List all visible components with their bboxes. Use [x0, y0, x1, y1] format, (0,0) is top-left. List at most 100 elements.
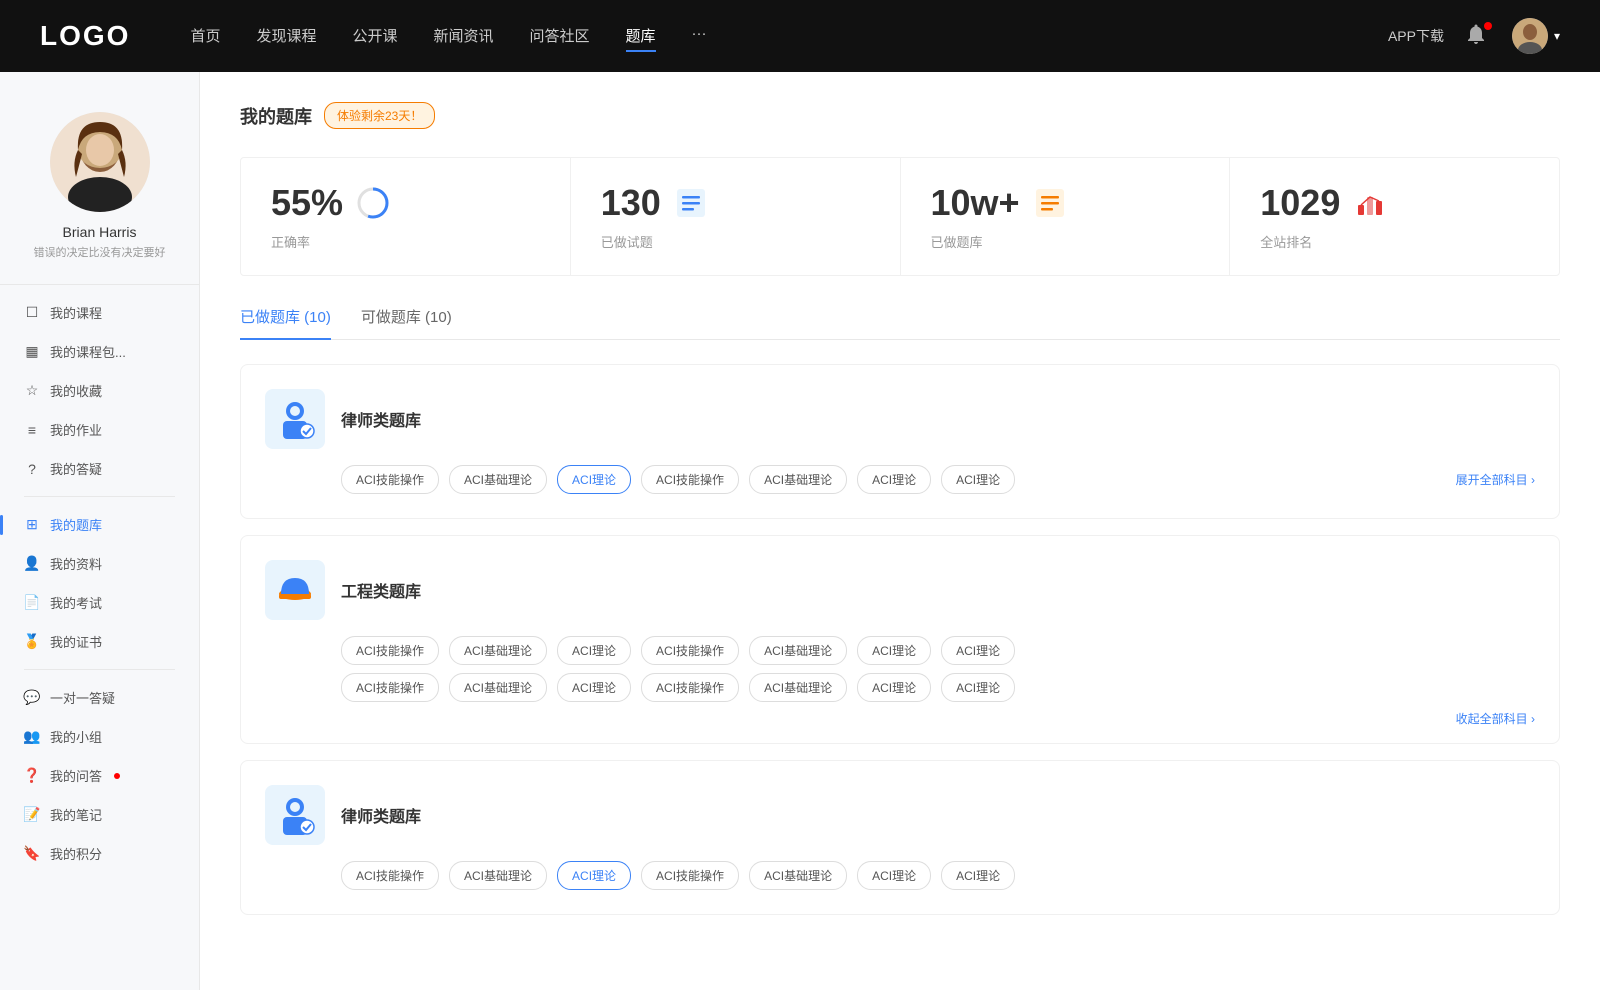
nav-more[interactable]: ···: [692, 21, 707, 52]
expand-link-1[interactable]: 展开全部科目 ›: [1456, 471, 1535, 488]
navbar-right: APP下载 ▾: [1388, 18, 1560, 54]
tag-1-5[interactable]: ACI理论: [857, 465, 931, 494]
app-download-link[interactable]: APP下载: [1388, 26, 1444, 46]
tag-2-1[interactable]: ACI基础理论: [449, 636, 547, 665]
tag-3-4[interactable]: ACI基础理论: [749, 861, 847, 890]
sidebar-item-homework[interactable]: ≡ 我的作业: [8, 410, 191, 449]
tag-1-1[interactable]: ACI基础理论: [449, 465, 547, 494]
tab-available-banks[interactable]: 可做题库 (10): [361, 306, 452, 339]
tag-3-2[interactable]: ACI理论: [557, 861, 631, 890]
group-icon: 👥: [24, 729, 40, 745]
sidebar-item-certificate[interactable]: 🏅 我的证书: [8, 622, 191, 661]
homework-icon: ≡: [24, 422, 40, 438]
sidebar-item-notes[interactable]: 📝 我的笔记: [8, 795, 191, 834]
tag-2-2[interactable]: ACI理论: [557, 636, 631, 665]
tag-2r-0[interactable]: ACI技能操作: [341, 673, 439, 702]
nav-qa[interactable]: 问答社区: [530, 21, 590, 52]
chart-bar-icon: ▦: [24, 344, 40, 360]
user-avatar-menu[interactable]: ▾: [1512, 18, 1560, 54]
doc-icon: 📄: [24, 595, 40, 611]
file-icon: ☐: [24, 305, 40, 321]
tag-1-4[interactable]: ACI基础理论: [749, 465, 847, 494]
stats-row: 55% 正确率 130: [240, 157, 1560, 276]
nav-open-course[interactable]: 公开课: [352, 21, 397, 52]
sidebar-item-group[interactable]: 👥 我的小组: [8, 717, 191, 756]
tag-2r-5[interactable]: ACI理论: [857, 673, 931, 702]
tag-2r-2[interactable]: ACI理论: [557, 673, 631, 702]
collapse-link-2[interactable]: 收起全部科目 ›: [341, 710, 1535, 727]
stat-accuracy: 55% 正确率: [241, 158, 571, 275]
main-content: 我的题库 体验剩余23天！ 55% 正确率: [200, 72, 1600, 990]
stat-top-4: 1029: [1260, 182, 1529, 224]
sidebar-item-qa[interactable]: ? 我的答疑: [8, 449, 191, 488]
qa-notification-dot: [114, 773, 120, 779]
tags-row-2b: ACI技能操作 ACI基础理论 ACI理论 ACI技能操作 ACI基础理论 AC…: [341, 673, 1535, 702]
tag-2r-6[interactable]: ACI理论: [941, 673, 1015, 702]
tag-2-6[interactable]: ACI理论: [941, 636, 1015, 665]
tag-2r-3[interactable]: ACI技能操作: [641, 673, 739, 702]
bar-chart-icon-svg: [1354, 187, 1386, 219]
tag-3-1[interactable]: ACI基础理论: [449, 861, 547, 890]
lawyer-icon-svg-2: [273, 793, 317, 837]
logo: LOGO: [40, 20, 130, 52]
tag-2-0[interactable]: ACI技能操作: [341, 636, 439, 665]
engineer-bank-icon: [265, 560, 325, 620]
nav-home[interactable]: 首页: [190, 21, 220, 52]
sidebar-item-exam[interactable]: 📄 我的考试: [8, 583, 191, 622]
tag-1-3[interactable]: ACI技能操作: [641, 465, 739, 494]
sidebar-item-one-on-one[interactable]: 💬 一对一答疑: [8, 678, 191, 717]
bank-section-lawyer-2: 律师类题库 ACI技能操作 ACI基础理论 ACI理论 ACI技能操作 ACI基…: [240, 760, 1560, 915]
sidebar-item-question-bank[interactable]: ⊞ 我的题库: [8, 505, 191, 544]
bank-title-3: 律师类题库: [341, 803, 421, 827]
stat-done-banks: 10w+ 已做题库: [901, 158, 1231, 275]
tag-3-6[interactable]: ACI理论: [941, 861, 1015, 890]
grid-icon: ⊞: [24, 517, 40, 533]
tab-done-banks[interactable]: 已做题库 (10): [240, 306, 331, 339]
lawyer-icon-svg: [273, 397, 317, 441]
orange-list-icon-svg: [1034, 187, 1066, 219]
tag-3-5[interactable]: ACI理论: [857, 861, 931, 890]
accuracy-label: 正确率: [271, 232, 540, 251]
sidebar-item-course-pack[interactable]: ▦ 我的课程包...: [8, 332, 191, 371]
stat-top-3: 10w+: [931, 182, 1200, 224]
sidebar-item-course[interactable]: ☐ 我的课程: [8, 293, 191, 332]
sidebar: Brian Harris 错误的决定比没有决定要好 ☐ 我的课程 ▦ 我的课程包…: [0, 72, 200, 990]
notification-bell[interactable]: [1464, 22, 1492, 50]
sidebar-divider-1: [24, 496, 175, 497]
sidebar-menu: ☐ 我的课程 ▦ 我的课程包... ☆ 我的收藏 ≡ 我的作业 ? 我的答疑: [0, 293, 199, 873]
nav-discover[interactable]: 发现课程: [256, 21, 316, 52]
bank-tags-section-3: ACI技能操作 ACI基础理论 ACI理论 ACI技能操作 ACI基础理论 AC…: [265, 861, 1535, 890]
done-banks-value: 10w+: [931, 182, 1020, 224]
tag-1-2[interactable]: ACI理论: [557, 465, 631, 494]
lawyer-bank-icon-1: [265, 389, 325, 449]
cert-icon: 🏅: [24, 634, 40, 650]
bank-section-lawyer-1: 律师类题库 ACI技能操作 ACI基础理论 ACI理论 ACI技能操作 ACI基…: [240, 364, 1560, 519]
sidebar-divider-2: [24, 669, 175, 670]
tag-2-5[interactable]: ACI理论: [857, 636, 931, 665]
sidebar-item-points[interactable]: 🔖 我的积分: [8, 834, 191, 873]
sidebar-item-profile[interactable]: 👤 我的资料: [8, 544, 191, 583]
tag-3-3[interactable]: ACI技能操作: [641, 861, 739, 890]
engineer-icon-svg: [273, 568, 317, 612]
bank-header-1: 律师类题库: [265, 389, 1535, 449]
tag-1-0[interactable]: ACI技能操作: [341, 465, 439, 494]
bank-title-2: 工程类题库: [341, 578, 421, 602]
tag-2-3[interactable]: ACI技能操作: [641, 636, 739, 665]
profile-image: [50, 112, 150, 212]
tag-2r-4[interactable]: ACI基础理论: [749, 673, 847, 702]
tag-1-6[interactable]: ACI理论: [941, 465, 1015, 494]
nav-news[interactable]: 新闻资讯: [434, 21, 494, 52]
star-icon: ☆: [24, 383, 40, 399]
accuracy-value: 55%: [271, 182, 343, 224]
sidebar-item-my-qa[interactable]: ❓ 我的问答: [8, 756, 191, 795]
sidebar-item-favorites[interactable]: ☆ 我的收藏: [8, 371, 191, 410]
pie-chart-svg: [355, 185, 391, 221]
tag-3-0[interactable]: ACI技能操作: [341, 861, 439, 890]
page-title: 我的题库: [240, 103, 312, 129]
tags-row-3: ACI技能操作 ACI基础理论 ACI理论 ACI技能操作 ACI基础理论 AC…: [341, 861, 1535, 890]
stat-done-questions: 130 已做试题: [571, 158, 901, 275]
profile-section: Brian Harris 错误的决定比没有决定要好: [0, 92, 199, 285]
nav-exam[interactable]: 题库: [626, 21, 656, 52]
tag-2r-1[interactable]: ACI基础理论: [449, 673, 547, 702]
tag-2-4[interactable]: ACI基础理论: [749, 636, 847, 665]
